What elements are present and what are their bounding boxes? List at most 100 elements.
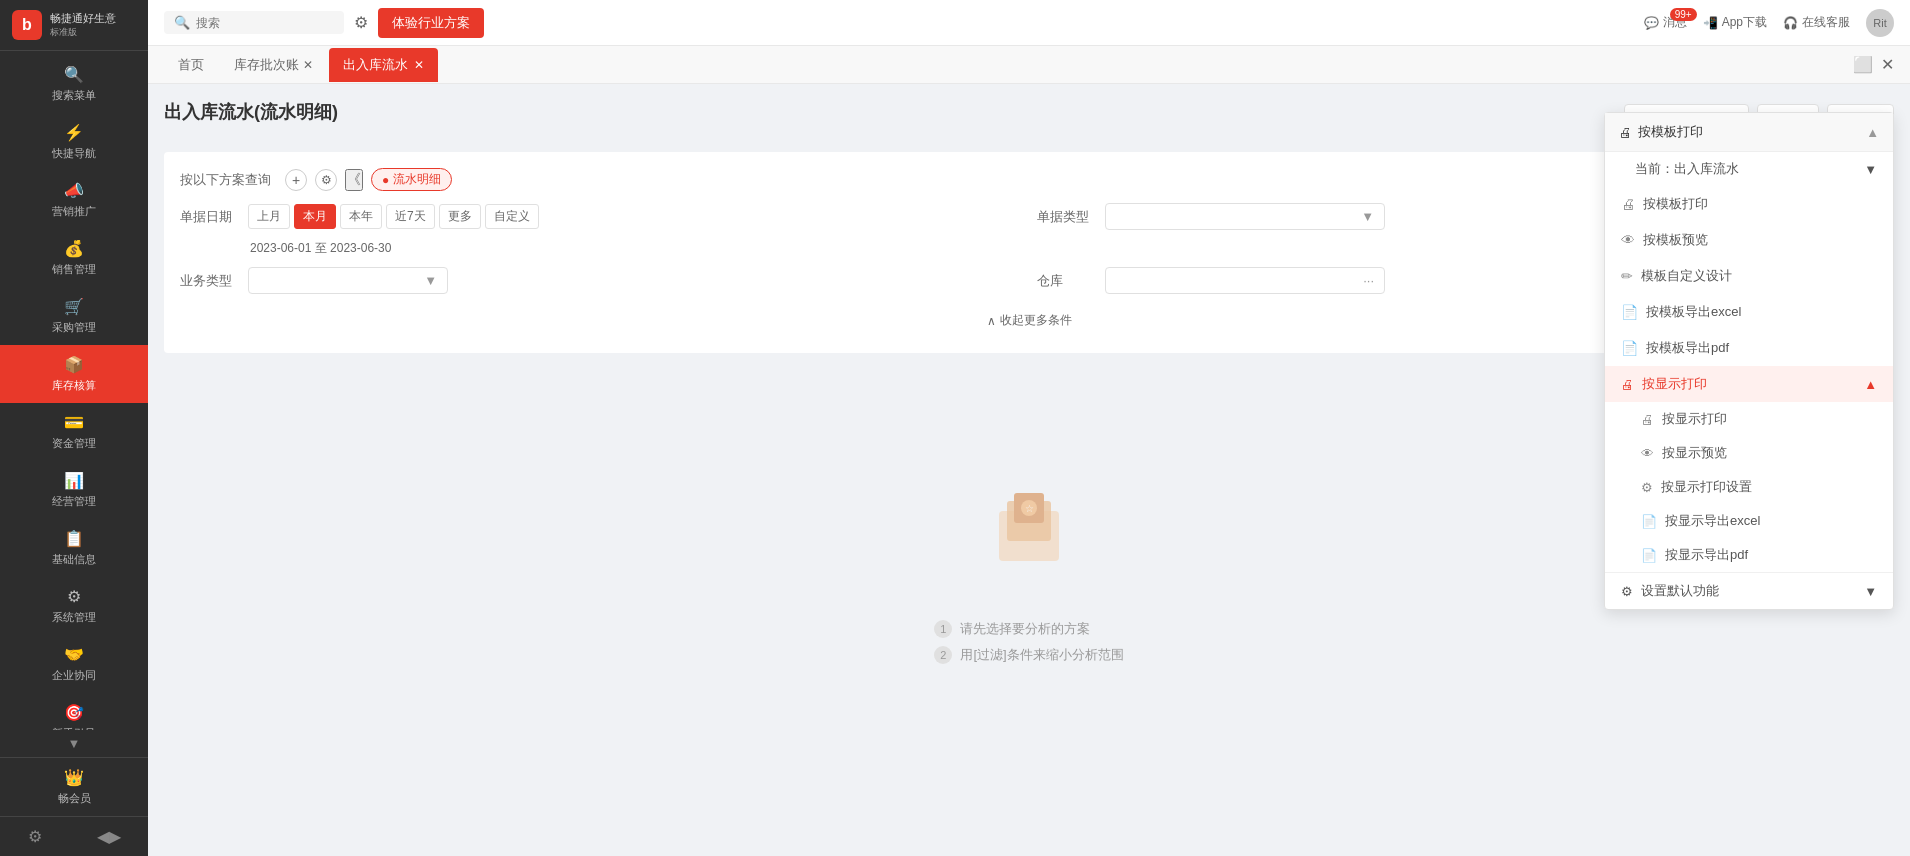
collab-icon: 🤝 — [64, 645, 84, 664]
vip-icon: 👑 — [64, 768, 84, 787]
sidebar-scroll-down[interactable]: ▼ — [0, 730, 148, 757]
dropdown-default-section[interactable]: ⚙ 设置默认功能 ▼ — [1605, 572, 1893, 609]
date-this-year-btn[interactable]: 本年 — [340, 204, 382, 229]
empty-illustration: ☆ — [979, 481, 1079, 581]
collapse-sidebar-icon[interactable]: ◀▶ — [97, 827, 121, 846]
dropdown-sub-display-preview[interactable]: 👁 按显示预览 — [1605, 436, 1893, 470]
topbar: 🔍 ⚙ 体验行业方案 💬 消息 99+ 📲 App下载 — [148, 0, 1910, 46]
online-service-label: 在线客服 — [1802, 14, 1850, 31]
template-custom-label: 模板自定义设计 — [1641, 267, 1732, 285]
date-last-month-btn[interactable]: 上月 — [248, 204, 290, 229]
dropdown-item-template-custom[interactable]: ✏ 模板自定义设计 — [1605, 258, 1893, 294]
dropdown-title: 🖨 按模板打印 — [1619, 123, 1703, 141]
online-service-btn[interactable]: 🎧 在线客服 — [1783, 14, 1850, 31]
sidebar-nav: 🔍 搜索菜单 ⚡ 快捷导航 📣 营销推广 💰 销售管理 🛒 采购管理 📦 — [0, 51, 148, 730]
user-avatar[interactable]: Rit — [1866, 9, 1894, 37]
guide-icon: 🎯 — [64, 703, 84, 722]
avatar-img: Rit — [1866, 9, 1894, 37]
date-more-btn[interactable]: 更多 — [439, 204, 481, 229]
voucher-type-label: 单据类型 — [1037, 208, 1097, 226]
display-section-collapse-icon: ▲ — [1864, 377, 1877, 392]
sidebar-item-vip[interactable]: 👑 畅会员 — [0, 757, 148, 816]
main-content: 🔍 ⚙ 体验行业方案 💬 消息 99+ 📲 App下载 — [148, 0, 1910, 856]
dropdown-current: 当前：出入库流水 ▼ — [1605, 152, 1893, 186]
sidebar-item-purchase[interactable]: 🛒 采购管理 — [0, 287, 148, 345]
filter-collapse-icon[interactable]: 《 — [345, 169, 363, 191]
tab-maximize-btn[interactable]: ⬜ — [1853, 55, 1873, 74]
date-this-month-btn[interactable]: 本月 — [294, 204, 336, 229]
sidebar-item-collab[interactable]: 🤝 企业协同 — [0, 635, 148, 693]
display-print-label: 按显示打印 — [1662, 410, 1727, 428]
warehouse-select[interactable]: ··· — [1105, 267, 1385, 294]
dropdown-sub-display-pdf[interactable]: 📄 按显示导出pdf — [1605, 538, 1893, 572]
sidebar-item-finance[interactable]: 💳 资金管理 — [0, 403, 148, 461]
sidebar-item-quicknav[interactable]: ⚡ 快捷导航 — [0, 113, 148, 171]
sidebar-item-inventory[interactable]: 📦 库存核算 — [0, 345, 148, 403]
app-download-btn[interactable]: 📲 App下载 — [1703, 14, 1767, 31]
finance-icon: 💳 — [64, 413, 84, 432]
industry-btn[interactable]: 体验行业方案 — [378, 8, 484, 38]
dropdown-collapse-btn[interactable]: ▲ — [1866, 125, 1879, 140]
template-pdf-icon: 📄 — [1621, 340, 1638, 356]
sidebar-item-label: 采购管理 — [52, 320, 96, 335]
dropdown-item-template-excel[interactable]: 📄 按模板导出excel — [1605, 294, 1893, 330]
tab-flow[interactable]: 出入库流水 ✕ — [329, 48, 438, 82]
tab-flow-close[interactable]: ✕ — [414, 58, 424, 72]
voucher-type-select[interactable]: ▼ — [1105, 203, 1385, 230]
sidebar: b 畅捷通好生意 标准版 🔍 搜索菜单 ⚡ 快捷导航 📣 营销推广 💰 销 — [0, 0, 148, 856]
date-filter-buttons: 上月 本月 本年 近7天 更多 自定义 — [248, 204, 539, 229]
inventory-icon: 📦 — [64, 355, 84, 374]
tab-home-label: 首页 — [178, 57, 204, 72]
sidebar-bottom: ⚙ ◀▶ — [0, 816, 148, 856]
dropdown-sub-display-print[interactable]: 🖨 按显示打印 — [1605, 402, 1893, 436]
filter-add-btn[interactable]: + — [285, 169, 307, 191]
tab-batch-close[interactable]: ✕ — [303, 58, 313, 72]
dropdown-item-template-pdf[interactable]: 📄 按模板导出pdf — [1605, 330, 1893, 366]
app-badge: 标准版 — [50, 26, 116, 39]
message-icon: 💬 — [1644, 16, 1659, 30]
dropdown-sub-display-excel[interactable]: 📄 按显示导出excel — [1605, 504, 1893, 538]
business-type-label: 业务类型 — [180, 272, 240, 290]
current-expand-icon: ▼ — [1864, 162, 1877, 177]
display-section-title: 按显示打印 — [1642, 375, 1707, 393]
search-input[interactable] — [196, 16, 334, 30]
sidebar-item-search[interactable]: 🔍 搜索菜单 — [0, 55, 148, 113]
display-section-header[interactable]: 🖨 按显示打印 ▲ — [1605, 366, 1893, 402]
dropdown-sub-display-settings[interactable]: ⚙ 按显示打印设置 — [1605, 470, 1893, 504]
sidebar-item-label: 库存核算 — [52, 378, 96, 393]
operation-icon: 📊 — [64, 471, 84, 490]
template-excel-icon: 📄 — [1621, 304, 1638, 320]
dropdown-item-template-preview[interactable]: 👁 按模板预览 — [1605, 222, 1893, 258]
sidebar-item-system[interactable]: ⚙ 系统管理 — [0, 577, 148, 635]
sidebar-item-basic[interactable]: 📋 基础信息 — [0, 519, 148, 577]
voucher-type-dropdown-icon: ▼ — [1361, 209, 1374, 224]
settings-bottom-icon[interactable]: ⚙ — [28, 827, 42, 846]
sidebar-item-operation[interactable]: 📊 经营管理 — [0, 461, 148, 519]
sidebar-item-label: 搜索菜单 — [52, 88, 96, 103]
action-area: 🖨 按模板打印 ▲ ↑ 导出 ↻ 刷新 — [1624, 104, 1894, 136]
message-badge: 99+ — [1670, 8, 1697, 21]
date-7days-btn[interactable]: 近7天 — [386, 204, 435, 229]
dropdown-item-template-print[interactable]: 🖨 按模板打印 — [1605, 186, 1893, 222]
sidebar-item-guide[interactable]: 🎯 新手引导 — [0, 693, 148, 730]
display-print-icon: 🖨 — [1641, 412, 1654, 427]
quicknav-icon: ⚡ — [64, 123, 84, 142]
topbar-gear-icon[interactable]: ⚙ — [354, 13, 368, 32]
sidebar-item-label: 经营管理 — [52, 494, 96, 509]
tab-batch[interactable]: 库存批次账 ✕ — [220, 48, 327, 82]
tab-home[interactable]: 首页 — [164, 48, 218, 82]
app-download-label: App下载 — [1722, 14, 1767, 31]
display-preview-label: 按显示预览 — [1662, 444, 1727, 462]
filter-set-btn[interactable]: ⚙ — [315, 169, 337, 191]
topbar-search-box[interactable]: 🔍 — [164, 11, 344, 34]
sidebar-item-marketing[interactable]: 📣 营销推广 — [0, 171, 148, 229]
date-custom-btn[interactable]: 自定义 — [485, 204, 539, 229]
message-btn[interactable]: 💬 消息 99+ — [1644, 14, 1687, 31]
sidebar-item-sales[interactable]: 💰 销售管理 — [0, 229, 148, 287]
tab-batch-label: 库存批次账 — [234, 57, 299, 72]
business-type-select[interactable]: ▼ — [248, 267, 448, 294]
template-print-label: 按模板打印 — [1643, 195, 1708, 213]
filter-tag[interactable]: ● 流水明细 — [371, 168, 452, 191]
display-preview-icon: 👁 — [1641, 446, 1654, 461]
tab-close-all-btn[interactable]: ✕ — [1881, 55, 1894, 74]
